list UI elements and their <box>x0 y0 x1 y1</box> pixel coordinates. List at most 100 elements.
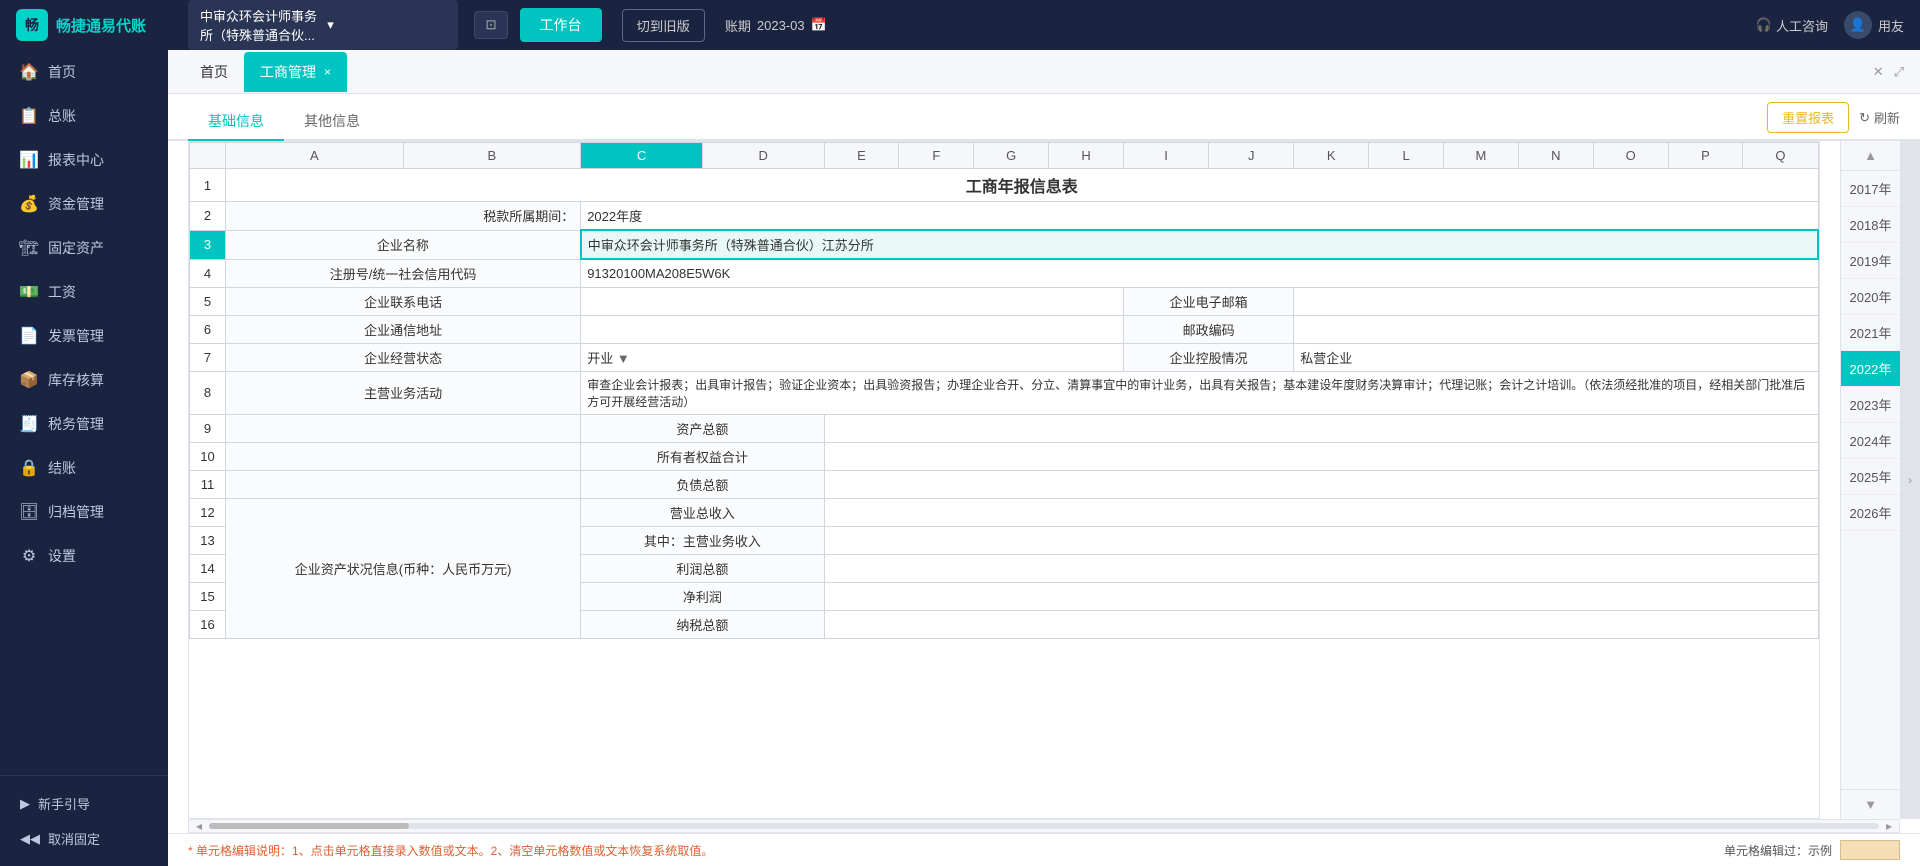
sidebar-item-fund[interactable]: 💰 资金管理 <box>0 182 168 226</box>
refresh-button[interactable]: ↻ 刷新 <box>1859 108 1900 127</box>
sidebar-item-invoice[interactable]: 📄 发票管理 <box>0 314 168 358</box>
app-name: 畅捷通易代账 <box>56 15 146 36</box>
sub-tab-basic[interactable]: 基础信息 <box>188 103 284 141</box>
net-profit-value-cell[interactable] <box>824 582 1818 610</box>
reset-button[interactable]: 重置报表 <box>1767 102 1849 133</box>
col-header-n[interactable]: N <box>1518 143 1593 169</box>
liability-value-cell[interactable] <box>824 470 1818 498</box>
col-header-e[interactable]: E <box>824 143 899 169</box>
year-item-2023[interactable]: 2023年 <box>1841 387 1900 423</box>
col-header-o[interactable]: O <box>1593 143 1668 169</box>
report-icon: 📊 <box>20 151 38 169</box>
col-header-c[interactable]: C <box>581 143 703 169</box>
col-header-i[interactable]: I <box>1123 143 1208 169</box>
workbench-button[interactable]: 工作台 <box>520 8 602 42</box>
sidebar-item-archive[interactable]: 🗄 归档管理 <box>0 490 168 534</box>
window-expand-icon[interactable]: ⤢ <box>1894 64 1904 80</box>
tab-home[interactable]: 首页 <box>184 52 244 92</box>
row-num-15: 15 <box>190 582 226 610</box>
reg-num-value-cell[interactable]: 91320100MA208E5W6K <box>581 259 1818 287</box>
phone-value-cell[interactable] <box>581 287 1124 315</box>
window-close-icon[interactable]: ✕ <box>1873 64 1884 80</box>
main-biz-value-cell[interactable]: 审查企业会计报表；出具审计报告；验证企业资本；出具验资报告；办理企业合开、分立、… <box>581 371 1818 414</box>
col-header-m[interactable]: M <box>1444 143 1519 169</box>
equity-label-cell: 所有者权益合计 <box>581 442 824 470</box>
row-num-9: 9 <box>190 414 226 442</box>
year-item-2022[interactable]: 2022年 <box>1841 351 1900 387</box>
user-area[interactable]: 👤 用友 <box>1844 11 1904 39</box>
col-header-p[interactable]: P <box>1668 143 1743 169</box>
revenue-total-value-cell[interactable] <box>824 498 1818 526</box>
row-num-14: 14 <box>190 554 226 582</box>
tab-home-label: 首页 <box>200 64 228 80</box>
col-header-a[interactable]: A <box>226 143 404 169</box>
archive-icon: 🗄 <box>20 503 38 521</box>
year-panel-down[interactable]: ▼ <box>1841 789 1900 819</box>
right-collapse-button[interactable]: › <box>1900 141 1920 819</box>
address-value-cell[interactable] <box>581 315 1124 343</box>
col-header-b[interactable]: B <box>403 143 581 169</box>
unpin-button[interactable]: ◀◀ 取消固定 <box>20 821 148 856</box>
hscroll-right-arrow[interactable]: ▸ <box>1879 819 1899 833</box>
col-header-f[interactable]: F <box>899 143 974 169</box>
year-item-2017[interactable]: 2017年 <box>1841 171 1900 207</box>
company-selector[interactable]: 中审众环会计师事务所（特殊普通合伙... ▾ <box>188 0 458 50</box>
col-header-h[interactable]: H <box>1049 143 1124 169</box>
col-header-k[interactable]: K <box>1294 143 1369 169</box>
sidebar-item-ledger[interactable]: 📋 总账 <box>0 94 168 138</box>
period-label-cell: 税款所属期间： <box>226 202 581 231</box>
bottom-bar: * 单元格编辑说明：1、点击单元格直接录入数值或文本。2、清空单元格数值或文本恢… <box>168 833 1920 866</box>
equity-spacer <box>226 442 581 470</box>
sidebar-bottom: ▶ 新手引导 ◀◀ 取消固定 <box>0 775 168 866</box>
year-panel-up[interactable]: ▲ <box>1841 141 1900 171</box>
hscroll-thumb[interactable] <box>209 823 409 829</box>
year-item-2026[interactable]: 2026年 <box>1841 495 1900 531</box>
sheet-container[interactable]: A B C D E F G H I J K L <box>188 141 1820 819</box>
tab-commerce[interactable]: 工商管理 × <box>244 52 347 92</box>
year-item-2019[interactable]: 2019年 <box>1841 243 1900 279</box>
year-item-2018[interactable]: 2018年 <box>1841 207 1900 243</box>
sidebar-item-settings[interactable]: ⚙ 设置 <box>0 534 168 578</box>
old-version-button[interactable]: 切到旧版 <box>622 9 705 42</box>
sidebar-item-home[interactable]: 🏠 首页 <box>0 50 168 94</box>
consult-button[interactable]: 🎧 人工咨询 <box>1756 16 1828 35</box>
sidebar-item-inventory[interactable]: 📦 库存核算 <box>0 358 168 402</box>
biz-status-value-cell[interactable]: 开业 ▼ <box>581 343 1124 371</box>
sidebar-item-asset[interactable]: 🏗 固定资产 <box>0 226 168 270</box>
col-header-d[interactable]: D <box>702 143 824 169</box>
tab-close-icon[interactable]: × <box>324 65 331 79</box>
main-revenue-value-cell[interactable] <box>824 526 1818 554</box>
new-guide-button[interactable]: ▶ 新手引导 <box>20 786 148 821</box>
profit-total-value-cell[interactable] <box>824 554 1818 582</box>
calendar-icon[interactable]: 📅 <box>811 17 827 33</box>
sidebar-item-close[interactable]: 🔒 结账 <box>0 446 168 490</box>
year-item-2025[interactable]: 2025年 <box>1841 459 1900 495</box>
sub-tab-other[interactable]: 其他信息 <box>284 103 380 141</box>
col-header-l[interactable]: L <box>1369 143 1444 169</box>
col-header-q[interactable]: Q <box>1743 143 1818 169</box>
year-item-2021[interactable]: 2021年 <box>1841 315 1900 351</box>
table-row: 10 所有者权益合计 <box>190 442 1819 470</box>
equity-value-cell[interactable] <box>824 442 1818 470</box>
hscroll-bar[interactable]: ◂ ▸ <box>188 819 1900 833</box>
asset-info-label-cell: 企业资产状况信息(币种：人民币万元) <box>226 498 581 638</box>
email-value-cell[interactable] <box>1294 287 1818 315</box>
copy-button[interactable]: ⊡ <box>474 11 507 39</box>
period-value-cell[interactable]: 2022年度 <box>581 202 1818 231</box>
sidebar-item-report[interactable]: 📊 报表中心 <box>0 138 168 182</box>
sidebar-item-wage[interactable]: 💵 工资 <box>0 270 168 314</box>
sidebar-item-tax[interactable]: 🧾 税务管理 <box>0 402 168 446</box>
holding-value-cell[interactable]: 私营企业 <box>1294 343 1818 371</box>
sub-tab-basic-label: 基础信息 <box>208 113 264 129</box>
postcode-value-cell[interactable] <box>1294 315 1818 343</box>
year-item-2020[interactable]: 2020年 <box>1841 279 1900 315</box>
company-name-value-cell[interactable]: 中审众环会计师事务所（特殊普通合伙）江苏分所 <box>581 230 1818 259</box>
col-header-g[interactable]: G <box>974 143 1049 169</box>
col-header-j[interactable]: J <box>1209 143 1294 169</box>
hscroll-left-arrow[interactable]: ◂ <box>189 819 209 833</box>
sidebar: 🏠 首页 📋 总账 📊 报表中心 💰 资金管理 🏗 固定资产 💵 工资 <box>0 50 168 866</box>
year-item-2024[interactable]: 2024年 <box>1841 423 1900 459</box>
tax-total-value-cell[interactable] <box>824 610 1818 638</box>
address-label-cell: 企业通信地址 <box>226 315 581 343</box>
assets-value-cell[interactable] <box>824 414 1818 442</box>
